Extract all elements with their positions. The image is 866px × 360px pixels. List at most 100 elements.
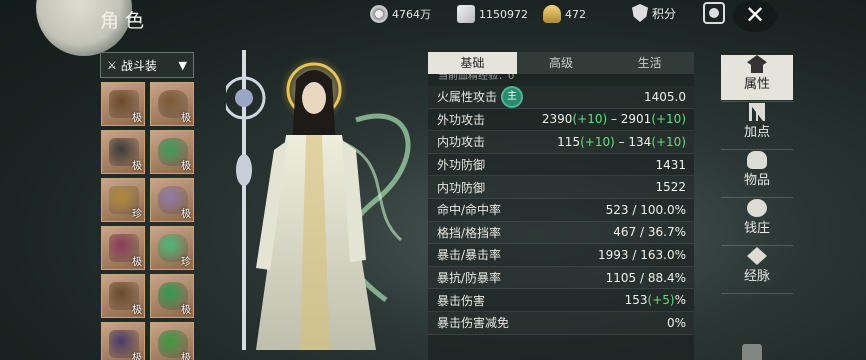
stat-row: 暴击/暴击率 1993 / 163.0%	[428, 244, 694, 267]
stat-label: 暴击伤害减免	[437, 316, 510, 331]
stat-label: 暴抗/防暴率	[437, 271, 502, 286]
stat-row: 外功攻击 2390(+10) – 2901(+10)	[428, 109, 694, 132]
quality-badge: 极	[132, 353, 142, 360]
equipment-slot-boots[interactable]: 极	[101, 322, 145, 360]
nav-item-label: 经脉	[743, 269, 770, 284]
stat-value-part: %	[674, 293, 686, 308]
divider	[721, 197, 793, 198]
stats-cut-row: 当前血精经验：0	[438, 74, 515, 82]
money-bag-icon	[747, 199, 767, 217]
stat-label: 内功防御	[437, 180, 486, 195]
stat-value: 1431	[655, 158, 686, 172]
stat-row: 内功攻击 115(+10) – 134(+10)	[428, 131, 694, 154]
tab-basic[interactable]: 基础	[428, 52, 517, 74]
settings-button[interactable]	[703, 2, 725, 24]
stat-value: 1993 / 163.0%	[598, 248, 686, 262]
stat-label: 火属性攻击	[437, 90, 498, 105]
equipment-slot-helmet[interactable]: 珍	[101, 178, 145, 222]
page-title: 角色	[100, 10, 151, 32]
character-model	[226, 50, 411, 350]
equipment-slot-belt[interactable]: 极	[101, 226, 145, 270]
nav-item-money-bag[interactable]: 钱庄	[721, 199, 793, 246]
nav-item-meridian[interactable]: 经脉	[721, 247, 793, 294]
tab-life[interactable]: 生活	[605, 52, 694, 74]
points-button[interactable]: 积分	[632, 4, 676, 22]
stat-value-part: – 134	[614, 134, 652, 149]
stat-value-part: 1105 / 88.4%	[605, 270, 686, 285]
stat-row: 暴击伤害减免 0%	[428, 312, 694, 335]
stat-label: 内功攻击	[437, 135, 486, 150]
stat-row: 暴抗/防暴率 1105 / 88.4%	[428, 267, 694, 290]
stat-value-part: 2390	[541, 112, 573, 127]
equipment-slot-jade-charm[interactable]: 极	[150, 322, 194, 360]
stat-value-part: 1431	[655, 157, 686, 172]
equipment-slot-jade-bracelet[interactable]: 极	[150, 130, 194, 174]
stat-row: 格挡/格挡率 467 / 36.7%	[428, 222, 694, 245]
nav-item-hat[interactable]: 属性	[721, 55, 793, 102]
quality-badge: 极	[132, 161, 142, 172]
tab-advanced[interactable]: 高级	[517, 52, 606, 74]
scroll-icon	[457, 5, 475, 23]
currency-ingots: 472	[543, 3, 586, 25]
points-label: 积分	[652, 6, 677, 21]
stat-bonus: (+10)	[580, 134, 615, 149]
slider-icon	[749, 103, 765, 121]
stat-row: 命中/命中率 523 / 100.0%	[428, 199, 694, 222]
nav-item-label: 属性	[743, 77, 770, 92]
quality-badge: 极	[181, 113, 191, 124]
stat-row: 暴击伤害 153(+5)%	[428, 289, 694, 312]
stat-value-part: – 2901	[607, 112, 652, 127]
main-attribute-badge: 主	[503, 87, 522, 106]
equipment-slot-weapon-spear[interactable]: 极	[150, 82, 194, 126]
stat-value-part: 153	[624, 293, 648, 308]
stat-value-part: 523 / 100.0%	[605, 202, 686, 217]
nav-item-bag[interactable]: 物品	[721, 151, 793, 198]
divider	[721, 149, 793, 150]
scroll-handle[interactable]	[742, 344, 762, 360]
equipment-slot-jade-pendant[interactable]: 极	[150, 274, 194, 318]
stat-label: 暴击/暴击率	[437, 248, 502, 263]
equipment-slot-weapon-staff[interactable]: 极	[101, 82, 145, 126]
quality-badge: 珍	[181, 257, 191, 268]
equipment-slot-bracers[interactable]: 极	[101, 274, 145, 318]
stat-value: 115(+10) – 134(+10)	[557, 135, 686, 149]
equipment-slot-jade-ring[interactable]: 珍	[150, 226, 194, 270]
stat-value: 1405.0	[644, 90, 686, 104]
chevron-down-icon: ▼	[178, 58, 187, 72]
stat-value: 153(+5)%	[625, 293, 686, 307]
nav-item-label: 物品	[743, 173, 770, 188]
stat-label: 外功防御	[437, 158, 486, 173]
stats-tabs: 基础 高级 生活	[428, 52, 694, 74]
currency-scrolls: 1150972	[457, 3, 528, 25]
stat-value-part: 1993 / 163.0%	[598, 247, 686, 262]
stat-value: 467 / 36.7%	[613, 225, 686, 239]
stats-panel: 基础 高级 生活 当前血精经验：0 火属性攻击主 1405.0 外功攻击 2390(+…	[428, 52, 694, 360]
nav-item-slider[interactable]: 加点	[721, 103, 793, 150]
stat-bonus: (+5)	[647, 293, 675, 308]
ingot-icon	[543, 5, 561, 23]
stat-label: 命中/命中率	[437, 203, 502, 218]
close-button[interactable]: ✕	[733, 0, 777, 32]
divider	[721, 245, 793, 246]
quality-badge: 极	[181, 305, 191, 316]
equipment-set-dropdown[interactable]: ⚔ 战斗装 ▼	[100, 52, 194, 78]
stat-value-part: 1522	[655, 180, 686, 195]
meridian-icon	[747, 247, 767, 265]
stat-value-part: 115	[557, 134, 581, 149]
divider	[721, 293, 793, 294]
quality-badge: 极	[132, 113, 142, 124]
stat-row: 内功防御 1522	[428, 176, 694, 199]
stat-value: 2390(+10) – 2901(+10)	[542, 112, 686, 126]
equipment-slot-armor-chest[interactable]: 极	[101, 130, 145, 174]
sword-icon: ⚔	[107, 58, 117, 72]
side-nav: 属性加点物品钱庄经脉	[721, 52, 793, 295]
stat-value-part: 467 / 36.7%	[613, 225, 686, 240]
stats-list: 火属性攻击主 1405.0 外功攻击 2390(+10) – 2901(+10) 内功攻…	[428, 86, 694, 335]
stat-bonus: (+10)	[572, 112, 608, 127]
hat-icon	[747, 55, 767, 73]
stat-bonus: (+10)	[651, 112, 686, 127]
stat-value: 523 / 100.0%	[606, 203, 686, 217]
bag-icon	[747, 151, 767, 169]
gear-icon	[709, 8, 719, 18]
equipment-slot-hairpin[interactable]: 极	[150, 178, 194, 222]
